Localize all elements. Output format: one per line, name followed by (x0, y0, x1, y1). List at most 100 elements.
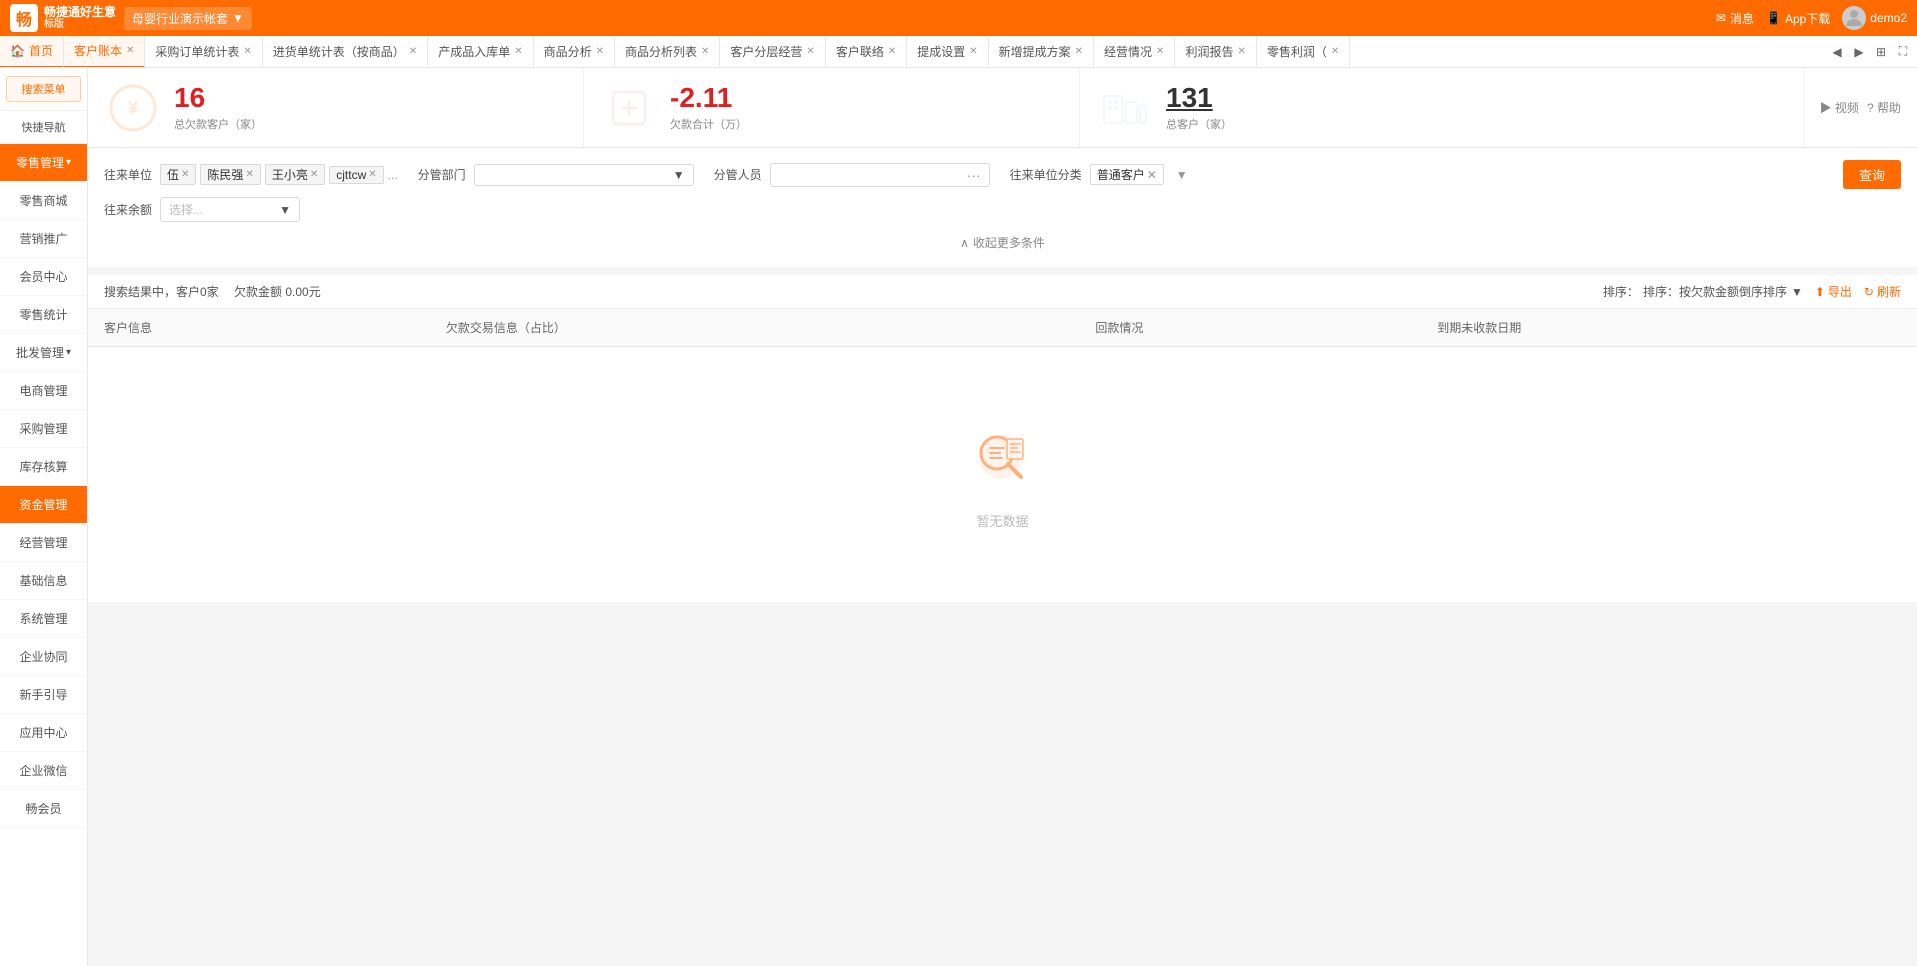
stat-total-customers: 131 总客户（家） (1080, 68, 1804, 147)
sidebar-item-new-guide[interactable]: 新手引导 (0, 676, 87, 714)
sidebar-item-inventory[interactable]: 库存核算 (0, 448, 87, 486)
tab-profit-report[interactable]: 利润报告 ✕ (1175, 36, 1256, 68)
person-filter-dots[interactable]: ··· (967, 167, 981, 183)
tab-retail-profit[interactable]: 零售利润（ ✕ (1257, 36, 1350, 68)
user-avatar-btn[interactable]: demo2 (1842, 6, 1907, 30)
svg-text:¥: ¥ (128, 98, 138, 118)
results-actions: 排序： 排序：按欠款金额倒序排序 ▼ ⬆ 导出 ↻ 刷新 (1603, 283, 1901, 300)
logo-icon: 畅 (10, 4, 38, 32)
data-table-wrapper: 客户信息 欠款交易信息（占比） 回款情况 到期未收款日期 (88, 309, 1917, 603)
tab-business-status[interactable]: 经营情况 ✕ (1094, 36, 1175, 68)
org-selector[interactable]: 母婴行业演示帐套 ▼ (124, 7, 252, 30)
empty-state-row: 暂无数据 (88, 347, 1917, 603)
tab-product-instock[interactable]: 产成品入库单 ✕ (428, 36, 533, 68)
tab-close-profit-report[interactable]: ✕ (1237, 46, 1245, 57)
logo-area: 畅 畅捷通好生意 标版 (10, 4, 116, 32)
class-tag-normal: 普通客户 ✕ (1090, 164, 1164, 185)
tab-close-product-instock[interactable]: ✕ (514, 46, 522, 57)
tab-controls: ◀ ▶ ⊞ ⛶ (1827, 42, 1917, 62)
top-bar-left: 畅 畅捷通好生意 标版 母婴行业演示帐套 ▼ (10, 4, 252, 32)
tab-new-promo[interactable]: 新增提成方案 ✕ (989, 36, 1094, 68)
tab-close-new-promo[interactable]: ✕ (1075, 46, 1083, 57)
sidebar-item-wholesale-mgmt[interactable]: 批发管理 ▾ (0, 334, 87, 372)
sidebar-item-enterprise-collab[interactable]: 企业协同 (0, 638, 87, 676)
sort-select[interactable]: 排序： 排序：按欠款金额倒序排序 ▼ (1603, 283, 1803, 300)
person-filter-select[interactable]: ··· (770, 163, 990, 187)
unit-tag-wu-close[interactable]: ✕ (181, 169, 189, 180)
app-icon: 📱 (1766, 11, 1781, 25)
message-icon: ✉ (1716, 11, 1726, 25)
tab-close-customer-contact[interactable]: ✕ (888, 46, 896, 57)
col-debt-info: 欠款交易信息（占比） (430, 309, 1080, 347)
sidebar-search-btn[interactable]: 搜索菜单 (6, 76, 81, 102)
filter-row-2: 往来余额 选择... ▼ (104, 197, 1901, 222)
sidebar-item-basic-info[interactable]: 基础信息 (0, 562, 87, 600)
sidebar-item-marketing[interactable]: 营销推广 (0, 220, 87, 258)
export-btn[interactable]: ⬆ 导出 (1815, 283, 1852, 300)
stat-customers-number: 131 (1166, 83, 1232, 114)
sidebar-item-member-center[interactable]: 会员中心 (0, 258, 87, 296)
export-icon: ⬆ (1815, 285, 1825, 299)
top-bar-right: ✉ 消息 📱 App下载 demo2 (1716, 6, 1907, 30)
tab-close-product-analysis[interactable]: ✕ (596, 46, 604, 57)
unit-tag-wang-close[interactable]: ✕ (310, 169, 318, 180)
tab-home[interactable]: 🏠 首页 (0, 36, 64, 68)
tab-inventory-stats[interactable]: 进货单统计表（按商品） ✕ (263, 36, 428, 68)
messages-btn[interactable]: ✉ 消息 (1716, 10, 1754, 27)
tab-product-analysis[interactable]: 商品分析 ✕ (534, 36, 615, 68)
search-button[interactable]: 查询 (1843, 160, 1901, 189)
tab-scroll-left[interactable]: ◀ (1827, 42, 1847, 62)
class-select-arrow[interactable]: ▼ (1176, 167, 1188, 182)
tab-close-inventory-stats[interactable]: ✕ (409, 46, 417, 57)
tab-customer-accounts[interactable]: 客户账本 ✕ (64, 36, 145, 68)
refresh-btn[interactable]: ↻ 刷新 (1864, 283, 1901, 300)
tab-close-customer-segment[interactable]: ✕ (806, 46, 814, 57)
sidebar-search-area: 搜索菜单 (0, 68, 87, 111)
unit-tag-wang: 王小亮 ✕ (265, 164, 325, 185)
sidebar-item-enterprise-wechat[interactable]: 企业微信 (0, 752, 87, 790)
dept-filter-label: 分管部门 (418, 166, 466, 183)
empty-icon (963, 419, 1043, 499)
unit-tag-cjttcw-close[interactable]: ✕ (368, 169, 376, 180)
filter-collapse-btn[interactable]: ∧ 收起更多条件 (104, 230, 1901, 255)
chevron-icon-wholesale: ▾ (66, 347, 71, 358)
tab-close-promotion-settings[interactable]: ✕ (969, 46, 977, 57)
filter-more-btn[interactable]: ... (388, 168, 398, 182)
sidebar-quick-nav[interactable]: 快捷导航 (0, 111, 87, 144)
class-tag-normal-close[interactable]: ✕ (1147, 168, 1157, 182)
tab-close-customer-accounts[interactable]: ✕ (126, 45, 134, 56)
video-btn[interactable]: ▶ 视频 (1820, 99, 1859, 116)
tab-fullscreen[interactable]: ⛶ (1893, 42, 1913, 62)
tab-close-product-analysis-list[interactable]: ✕ (701, 46, 709, 57)
sidebar-item-retail-stats[interactable]: 零售统计 (0, 296, 87, 334)
logo-text: 畅捷通好生意 标版 (44, 5, 116, 31)
filter-row-1: 往来单位 伍 ✕ 陈民强 ✕ 王小亮 ✕ cjttcw (104, 160, 1901, 189)
unit-tag-chen-close[interactable]: ✕ (245, 169, 253, 180)
app-download-btn[interactable]: 📱 App下载 (1766, 10, 1830, 27)
tab-customer-segment[interactable]: 客户分层经营 ✕ (720, 36, 825, 68)
tab-close-purchase-orders[interactable]: ✕ (243, 46, 251, 57)
tab-close-retail-profit[interactable]: ✕ (1331, 46, 1339, 57)
tab-promotion-settings[interactable]: 提成设置 ✕ (907, 36, 988, 68)
col-customer-info: 客户信息 (88, 309, 430, 347)
chevron-icon: ▾ (66, 157, 71, 168)
help-btn[interactable]: ? 帮助 (1867, 99, 1901, 116)
balance-filter-select[interactable]: 选择... ▼ (160, 197, 300, 222)
tab-customer-contact[interactable]: 客户联络 ✕ (826, 36, 907, 68)
sidebar-item-retail-store[interactable]: 零售商城 (0, 182, 87, 220)
sidebar-item-vip[interactable]: 畅会员 (0, 790, 87, 828)
sidebar-item-finance[interactable]: 资金管理 (0, 486, 87, 524)
dept-filter-select[interactable]: ▼ (474, 164, 694, 186)
filter-area: 往来单位 伍 ✕ 陈民强 ✕ 王小亮 ✕ cjttcw (88, 148, 1917, 267)
sidebar-item-system[interactable]: 系统管理 (0, 600, 87, 638)
tab-scroll-right[interactable]: ▶ (1849, 42, 1869, 62)
sidebar-item-app-center[interactable]: 应用中心 (0, 714, 87, 752)
sidebar-item-ecommerce[interactable]: 电商管理 (0, 372, 87, 410)
tab-purchase-orders[interactable]: 采购订单统计表 ✕ (145, 36, 262, 68)
sidebar-item-purchase[interactable]: 采购管理 (0, 410, 87, 448)
tab-close-business-status[interactable]: ✕ (1156, 46, 1164, 57)
sidebar-item-retail-mgmt[interactable]: 零售管理 ▾ (0, 144, 87, 182)
sidebar-item-operations[interactable]: 经营管理 (0, 524, 87, 562)
tab-product-analysis-list[interactable]: 商品分析列表 ✕ (615, 36, 720, 68)
tab-expand[interactable]: ⊞ (1871, 42, 1891, 62)
